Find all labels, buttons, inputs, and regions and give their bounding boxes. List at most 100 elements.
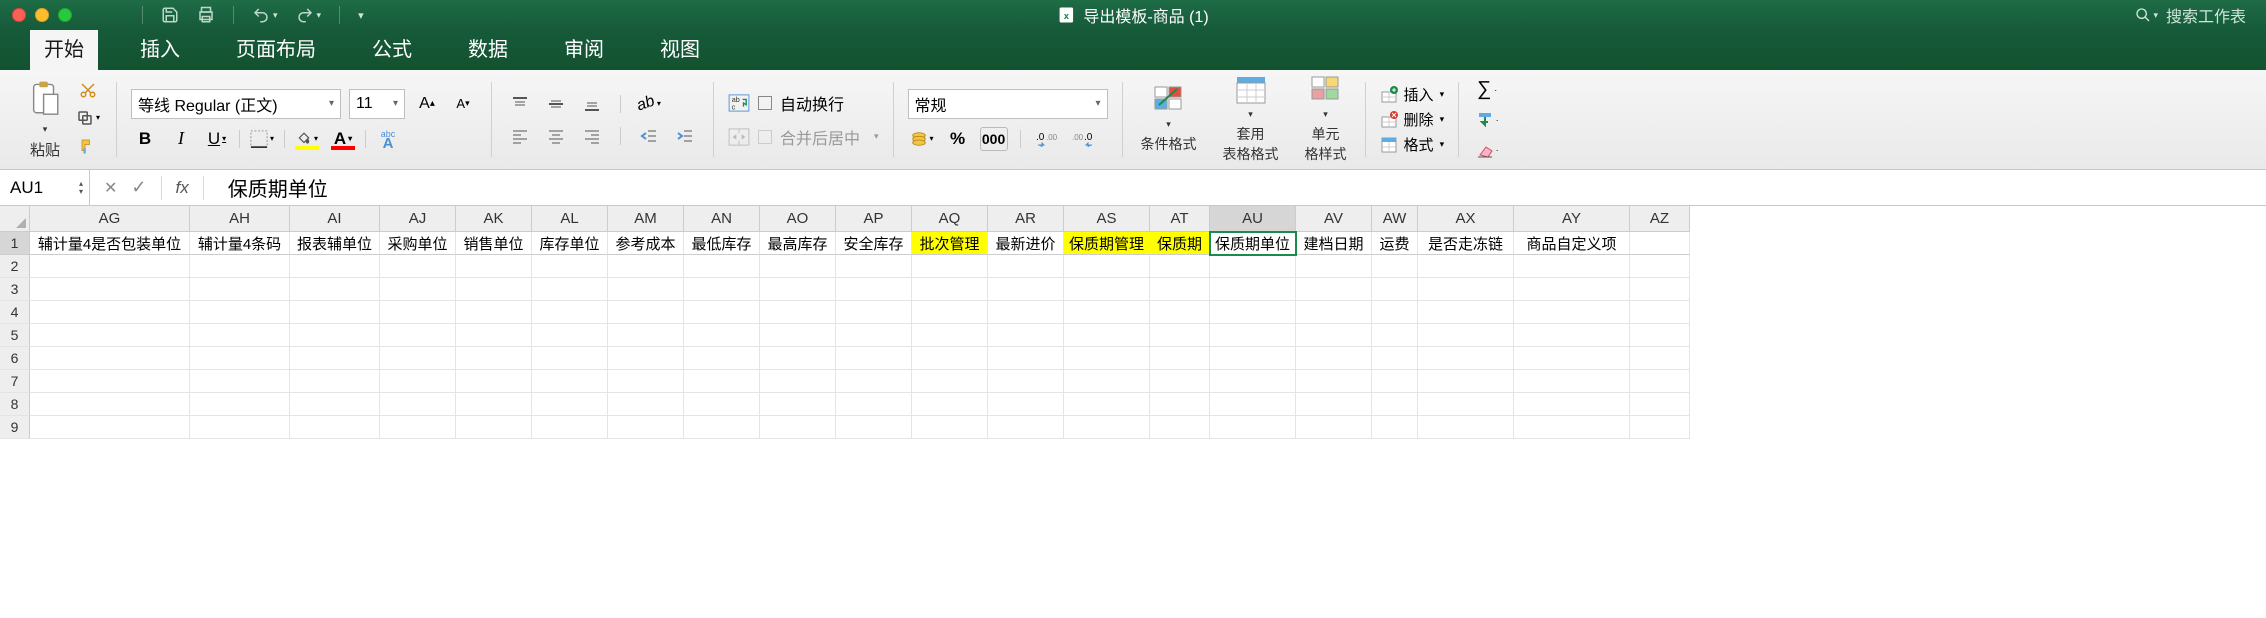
- copy-button[interactable]: ▾: [74, 106, 102, 130]
- cell-AP9[interactable]: [836, 416, 912, 439]
- cell-AX3[interactable]: [1418, 278, 1514, 301]
- wrap-text-button[interactable]: abc 自动换行: [728, 91, 879, 115]
- cell-AJ1[interactable]: 采购单位: [380, 232, 456, 255]
- cell-AO4[interactable]: [760, 301, 836, 324]
- cell-AZ3[interactable]: [1630, 278, 1690, 301]
- cell-AP4[interactable]: [836, 301, 912, 324]
- cell-AT9[interactable]: [1150, 416, 1210, 439]
- cell-AN5[interactable]: [684, 324, 760, 347]
- row-header-6[interactable]: 6: [0, 347, 30, 370]
- merge-center-checkbox[interactable]: [758, 130, 772, 144]
- cell-AV6[interactable]: [1296, 347, 1372, 370]
- cell-AN9[interactable]: [684, 416, 760, 439]
- cell-AH7[interactable]: [190, 370, 290, 393]
- cell-AT6[interactable]: [1150, 347, 1210, 370]
- row-header-4[interactable]: 4: [0, 301, 30, 324]
- column-header-AG[interactable]: AG: [30, 206, 190, 232]
- cell-AK8[interactable]: [456, 393, 532, 416]
- increase-indent-button[interactable]: [671, 124, 699, 148]
- cell-styles-button[interactable]: ▾单元 格样式: [1301, 73, 1351, 166]
- cell-AY3[interactable]: [1514, 278, 1630, 301]
- cell-AT4[interactable]: [1150, 301, 1210, 324]
- cell-AV2[interactable]: [1296, 255, 1372, 278]
- confirm-edit-button[interactable]: ✓: [131, 177, 146, 198]
- cell-AS5[interactable]: [1064, 324, 1150, 347]
- row-header-2[interactable]: 2: [0, 255, 30, 278]
- cell-AU9[interactable]: [1210, 416, 1296, 439]
- cell-AQ5[interactable]: [912, 324, 988, 347]
- cell-AG4[interactable]: [30, 301, 190, 324]
- cell-AP7[interactable]: [836, 370, 912, 393]
- customize-qat-button[interactable]: ▾: [358, 9, 364, 22]
- cell-AK7[interactable]: [456, 370, 532, 393]
- cell-AR3[interactable]: [988, 278, 1064, 301]
- cell-AL9[interactable]: [532, 416, 608, 439]
- cell-AO7[interactable]: [760, 370, 836, 393]
- conditional-format-button[interactable]: ▾条件格式: [1137, 83, 1201, 156]
- cell-AM1[interactable]: 参考成本: [608, 232, 684, 255]
- cell-AX9[interactable]: [1418, 416, 1514, 439]
- cell-AL5[interactable]: [532, 324, 608, 347]
- wrap-text-checkbox[interactable]: [758, 96, 772, 110]
- cell-AU7[interactable]: [1210, 370, 1296, 393]
- cell-AX7[interactable]: [1418, 370, 1514, 393]
- cell-AS1[interactable]: 保质期管理: [1064, 232, 1150, 255]
- number-format-combo[interactable]: 常规▾: [908, 89, 1108, 119]
- align-middle-button[interactable]: [542, 92, 570, 116]
- cell-AG8[interactable]: [30, 393, 190, 416]
- column-header-AR[interactable]: AR: [988, 206, 1064, 232]
- border-button[interactable]: ▾: [248, 127, 276, 151]
- cell-AX5[interactable]: [1418, 324, 1514, 347]
- cell-AY2[interactable]: [1514, 255, 1630, 278]
- cell-AT8[interactable]: [1150, 393, 1210, 416]
- cell-AK4[interactable]: [456, 301, 532, 324]
- cell-AH4[interactable]: [190, 301, 290, 324]
- cell-AL6[interactable]: [532, 347, 608, 370]
- cell-AP8[interactable]: [836, 393, 912, 416]
- cell-AW9[interactable]: [1372, 416, 1418, 439]
- cell-AL8[interactable]: [532, 393, 608, 416]
- cell-AU1[interactable]: 保质期单位: [1210, 232, 1296, 255]
- clear-button[interactable]: ·: [1473, 138, 1501, 162]
- cell-AI3[interactable]: [290, 278, 380, 301]
- print-icon[interactable]: [197, 6, 215, 24]
- tab-data[interactable]: 数据: [454, 27, 522, 70]
- cell-AY5[interactable]: [1514, 324, 1630, 347]
- fx-label[interactable]: fx: [176, 178, 189, 198]
- cell-AY4[interactable]: [1514, 301, 1630, 324]
- column-header-AO[interactable]: AO: [760, 206, 836, 232]
- cell-AH8[interactable]: [190, 393, 290, 416]
- cell-AV8[interactable]: [1296, 393, 1372, 416]
- cell-AW2[interactable]: [1372, 255, 1418, 278]
- cell-AO5[interactable]: [760, 324, 836, 347]
- cell-AL2[interactable]: [532, 255, 608, 278]
- cell-AJ4[interactable]: [380, 301, 456, 324]
- undo-button[interactable]: ▾: [252, 6, 278, 24]
- column-header-AU[interactable]: AU: [1210, 206, 1296, 232]
- cell-AL3[interactable]: [532, 278, 608, 301]
- cell-AG3[interactable]: [30, 278, 190, 301]
- column-header-AH[interactable]: AH: [190, 206, 290, 232]
- cell-AJ8[interactable]: [380, 393, 456, 416]
- cell-AL7[interactable]: [532, 370, 608, 393]
- cell-AT3[interactable]: [1150, 278, 1210, 301]
- cell-AW3[interactable]: [1372, 278, 1418, 301]
- formula-input[interactable]: [218, 176, 2266, 199]
- cell-AJ7[interactable]: [380, 370, 456, 393]
- cell-AS4[interactable]: [1064, 301, 1150, 324]
- cell-AX6[interactable]: [1418, 347, 1514, 370]
- cell-AU3[interactable]: [1210, 278, 1296, 301]
- cell-AJ5[interactable]: [380, 324, 456, 347]
- cell-AY7[interactable]: [1514, 370, 1630, 393]
- column-header-AN[interactable]: AN: [684, 206, 760, 232]
- cell-AH3[interactable]: [190, 278, 290, 301]
- cell-AG7[interactable]: [30, 370, 190, 393]
- cell-AL1[interactable]: 库存单位: [532, 232, 608, 255]
- column-header-AI[interactable]: AI: [290, 206, 380, 232]
- cell-AS8[interactable]: [1064, 393, 1150, 416]
- align-bottom-button[interactable]: [578, 92, 606, 116]
- column-header-AS[interactable]: AS: [1064, 206, 1150, 232]
- cell-AS6[interactable]: [1064, 347, 1150, 370]
- cell-AI5[interactable]: [290, 324, 380, 347]
- maximize-window-button[interactable]: [58, 8, 72, 22]
